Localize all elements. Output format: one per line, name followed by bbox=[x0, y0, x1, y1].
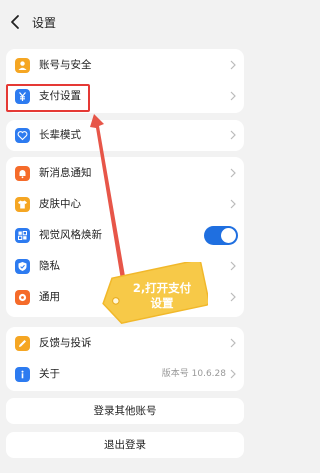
annotation-tag-text: 2,打开支付 设置 bbox=[116, 281, 208, 311]
chevron-right-icon bbox=[230, 199, 236, 209]
chevron-right-icon bbox=[230, 168, 236, 178]
bell-icon bbox=[15, 166, 30, 181]
chevron-right-icon bbox=[230, 91, 236, 101]
settings-item-label: 隐私 bbox=[39, 260, 60, 272]
settings-item-notifications[interactable]: 新消息通知 bbox=[6, 158, 244, 189]
header: 设置 bbox=[0, 0, 250, 44]
chevron-right-icon bbox=[230, 60, 236, 70]
settings-item-visual-style: 视觉风格焕新 bbox=[6, 220, 244, 251]
page-title: 设置 bbox=[32, 16, 57, 30]
style-icon bbox=[15, 228, 30, 243]
chevron-right-icon bbox=[230, 292, 236, 302]
chevron-right-icon bbox=[230, 130, 236, 140]
version-number: 版本号 10.6.28 bbox=[161, 369, 226, 379]
settings-item-label: 账号与安全 bbox=[39, 59, 92, 71]
chevron-right-icon bbox=[230, 338, 236, 348]
settings-item-account-security[interactable]: 账号与安全 bbox=[6, 50, 244, 81]
annotation-line-1: 2,打开支付 bbox=[132, 281, 192, 295]
about-card: 反馈与投诉 关于 版本号 10.6.28 bbox=[6, 327, 244, 391]
pencil-icon bbox=[15, 336, 30, 351]
chevron-right-icon bbox=[230, 369, 236, 379]
settings-item-skin-center[interactable]: 皮肤中心 bbox=[6, 189, 244, 220]
settings-item-label: 视觉风格焕新 bbox=[39, 229, 102, 241]
elder-card: 长辈模式 bbox=[6, 120, 244, 151]
logout-button[interactable]: 退出登录 bbox=[6, 432, 244, 458]
payment-highlight-box bbox=[6, 84, 90, 112]
gear-icon bbox=[15, 290, 30, 305]
back-arrow-icon[interactable] bbox=[8, 14, 22, 30]
settings-item-label: 反馈与投诉 bbox=[39, 337, 92, 349]
settings-item-elder-mode[interactable]: 长辈模式 bbox=[6, 120, 244, 151]
settings-item-label: 关于 bbox=[39, 368, 60, 380]
settings-item-label: 长辈模式 bbox=[39, 129, 81, 141]
settings-page: 设置 账号与安全 支付设置 长辈模式 新消息通知 皮肤中心 视觉风格焕新 隐私 … bbox=[0, 0, 250, 473]
visual-style-toggle[interactable] bbox=[204, 226, 238, 245]
settings-item-label: 新消息通知 bbox=[39, 167, 92, 179]
settings-item-label: 皮肤中心 bbox=[39, 198, 81, 210]
settings-item-about[interactable]: 关于 版本号 10.6.28 bbox=[6, 359, 244, 390]
settings-item-label: 通用 bbox=[39, 291, 60, 303]
info-icon bbox=[15, 367, 30, 382]
toggle-knob bbox=[221, 228, 236, 243]
login-other-account-button[interactable]: 登录其他账号 bbox=[6, 398, 244, 424]
settings-item-feedback[interactable]: 反馈与投诉 bbox=[6, 328, 244, 359]
chevron-right-icon bbox=[230, 261, 236, 271]
annotation-line-2: 设置 bbox=[150, 296, 174, 310]
shirt-icon bbox=[15, 197, 30, 212]
heart-icon bbox=[15, 128, 30, 143]
person-icon bbox=[15, 58, 30, 73]
shield-icon bbox=[15, 259, 30, 274]
